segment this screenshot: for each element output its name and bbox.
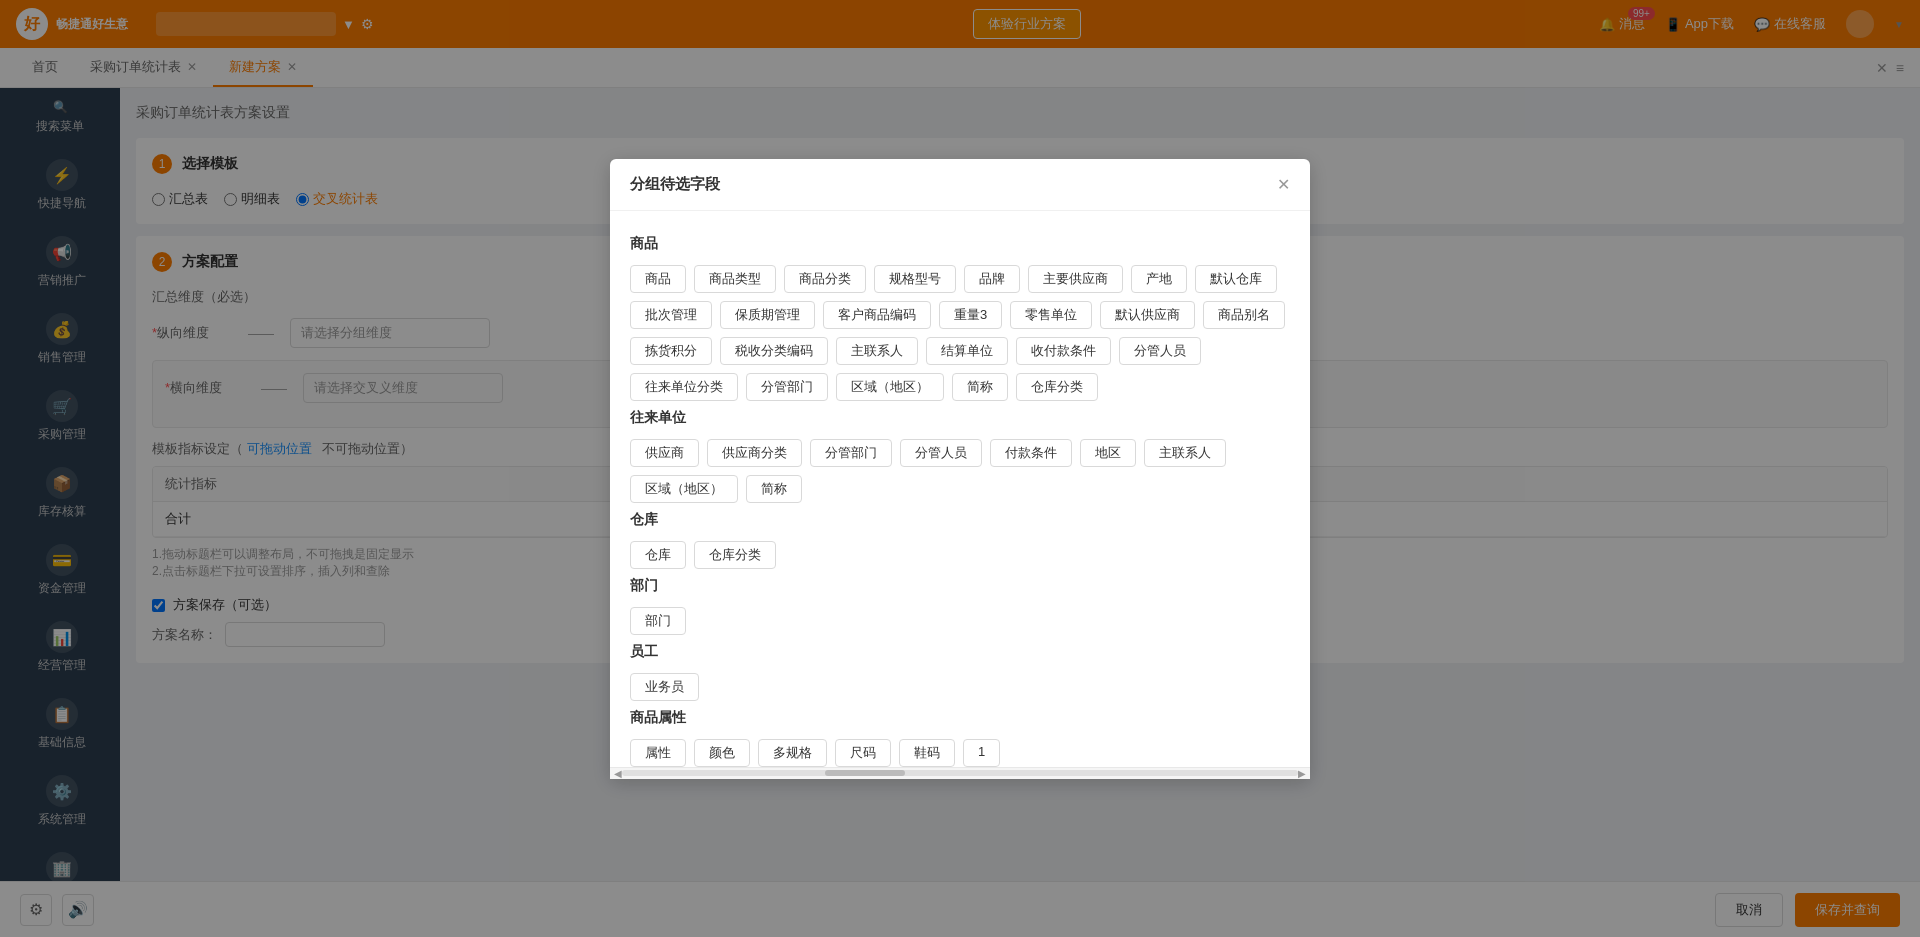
scroll-thumb-h[interactable] bbox=[825, 770, 905, 776]
field-tag-goods-17[interactable]: 主联系人 bbox=[836, 337, 918, 365]
modal-body: 商品商品商品类型商品分类规格型号品牌主要供应商产地默认仓库批次管理保质期管理客户… bbox=[610, 211, 1310, 767]
modal-dialog: 分组待选字段 ✕ 商品商品商品类型商品分类规格型号品牌主要供应商产地默认仓库批次… bbox=[610, 159, 1310, 779]
field-tag-warehouse-0[interactable]: 仓库 bbox=[630, 541, 686, 569]
modal-close-btn[interactable]: ✕ bbox=[1277, 175, 1290, 194]
field-tag-product-attr-1[interactable]: 颜色 bbox=[694, 739, 750, 767]
modal-overlay: 分组待选字段 ✕ 商品商品商品类型商品分类规格型号品牌主要供应商产地默认仓库批次… bbox=[0, 0, 1920, 937]
field-grid-employee: 业务员 bbox=[630, 673, 1290, 701]
field-tag-goods-7[interactable]: 默认仓库 bbox=[1195, 265, 1277, 293]
field-tag-product-attr-0[interactable]: 属性 bbox=[630, 739, 686, 767]
field-grid-product-attr: 属性颜色多规格尺码鞋码 1 bbox=[630, 739, 1290, 767]
field-tag-goods-4[interactable]: 品牌 bbox=[964, 265, 1020, 293]
field-tag-product-attr-5[interactable]: 1 bbox=[963, 739, 1000, 767]
field-tag-goods-16[interactable]: 税收分类编码 bbox=[720, 337, 828, 365]
field-tag-goods-21[interactable]: 往来单位分类 bbox=[630, 373, 738, 401]
field-tag-goods-22[interactable]: 分管部门 bbox=[746, 373, 828, 401]
field-tag-partners-7[interactable]: 区域（地区） bbox=[630, 475, 738, 503]
scroll-track-h bbox=[622, 770, 1298, 776]
field-tag-goods-20[interactable]: 分管人员 bbox=[1119, 337, 1201, 365]
section-title-warehouse: 仓库 bbox=[630, 511, 1290, 529]
modal-horizontal-scrollbar[interactable]: ◀ ▶ bbox=[610, 767, 1310, 779]
field-tag-partners-8[interactable]: 简称 bbox=[746, 475, 802, 503]
field-tag-partners-1[interactable]: 供应商分类 bbox=[707, 439, 802, 467]
field-tag-partners-5[interactable]: 地区 bbox=[1080, 439, 1136, 467]
field-tag-employee-0[interactable]: 业务员 bbox=[630, 673, 699, 701]
field-tag-goods-5[interactable]: 主要供应商 bbox=[1028, 265, 1123, 293]
field-tag-partners-3[interactable]: 分管人员 bbox=[900, 439, 982, 467]
field-grid-department: 部门 bbox=[630, 607, 1290, 635]
field-tag-product-attr-4[interactable]: 鞋码 bbox=[899, 739, 955, 767]
field-tag-partners-2[interactable]: 分管部门 bbox=[810, 439, 892, 467]
field-tag-goods-8[interactable]: 批次管理 bbox=[630, 301, 712, 329]
field-tag-goods-14[interactable]: 商品别名 bbox=[1203, 301, 1285, 329]
field-tag-goods-3[interactable]: 规格型号 bbox=[874, 265, 956, 293]
field-tag-goods-11[interactable]: 重量3 bbox=[939, 301, 1002, 329]
field-tag-partners-0[interactable]: 供应商 bbox=[630, 439, 699, 467]
section-title-goods: 商品 bbox=[630, 235, 1290, 253]
field-tag-partners-6[interactable]: 主联系人 bbox=[1144, 439, 1226, 467]
field-tag-goods-1[interactable]: 商品类型 bbox=[694, 265, 776, 293]
modal-header: 分组待选字段 ✕ bbox=[610, 159, 1310, 211]
section-title-partners: 往来单位 bbox=[630, 409, 1290, 427]
section-title-product-attr: 商品属性 bbox=[630, 709, 1290, 727]
field-tag-goods-23[interactable]: 区域（地区） bbox=[836, 373, 944, 401]
section-title-employee: 员工 bbox=[630, 643, 1290, 661]
section-title-department: 部门 bbox=[630, 577, 1290, 595]
field-tag-goods-25[interactable]: 仓库分类 bbox=[1016, 373, 1098, 401]
field-tag-goods-0[interactable]: 商品 bbox=[630, 265, 686, 293]
field-tag-goods-12[interactable]: 零售单位 bbox=[1010, 301, 1092, 329]
field-tag-goods-2[interactable]: 商品分类 bbox=[784, 265, 866, 293]
field-grid-warehouse: 仓库仓库分类 bbox=[630, 541, 1290, 569]
scroll-right-btn[interactable]: ▶ bbox=[1298, 768, 1306, 779]
field-tag-warehouse-1[interactable]: 仓库分类 bbox=[694, 541, 776, 569]
scroll-left-btn[interactable]: ◀ bbox=[614, 768, 622, 779]
field-tag-product-attr-3[interactable]: 尺码 bbox=[835, 739, 891, 767]
field-tag-goods-6[interactable]: 产地 bbox=[1131, 265, 1187, 293]
field-grid-goods: 商品商品类型商品分类规格型号品牌主要供应商产地默认仓库批次管理保质期管理客户商品… bbox=[630, 265, 1290, 401]
modal-title: 分组待选字段 bbox=[630, 175, 720, 194]
field-grid-partners: 供应商供应商分类分管部门分管人员付款条件地区主联系人区域（地区） 简称 bbox=[630, 439, 1290, 503]
field-tag-product-attr-2[interactable]: 多规格 bbox=[758, 739, 827, 767]
field-tag-goods-9[interactable]: 保质期管理 bbox=[720, 301, 815, 329]
field-tag-goods-18[interactable]: 结算单位 bbox=[926, 337, 1008, 365]
field-tag-goods-13[interactable]: 默认供应商 bbox=[1100, 301, 1195, 329]
field-tag-partners-4[interactable]: 付款条件 bbox=[990, 439, 1072, 467]
field-tag-goods-24[interactable]: 简称 bbox=[952, 373, 1008, 401]
field-tag-department-0[interactable]: 部门 bbox=[630, 607, 686, 635]
field-tag-goods-19[interactable]: 收付款条件 bbox=[1016, 337, 1111, 365]
field-tag-goods-10[interactable]: 客户商品编码 bbox=[823, 301, 931, 329]
field-tag-goods-15[interactable]: 拣货积分 bbox=[630, 337, 712, 365]
